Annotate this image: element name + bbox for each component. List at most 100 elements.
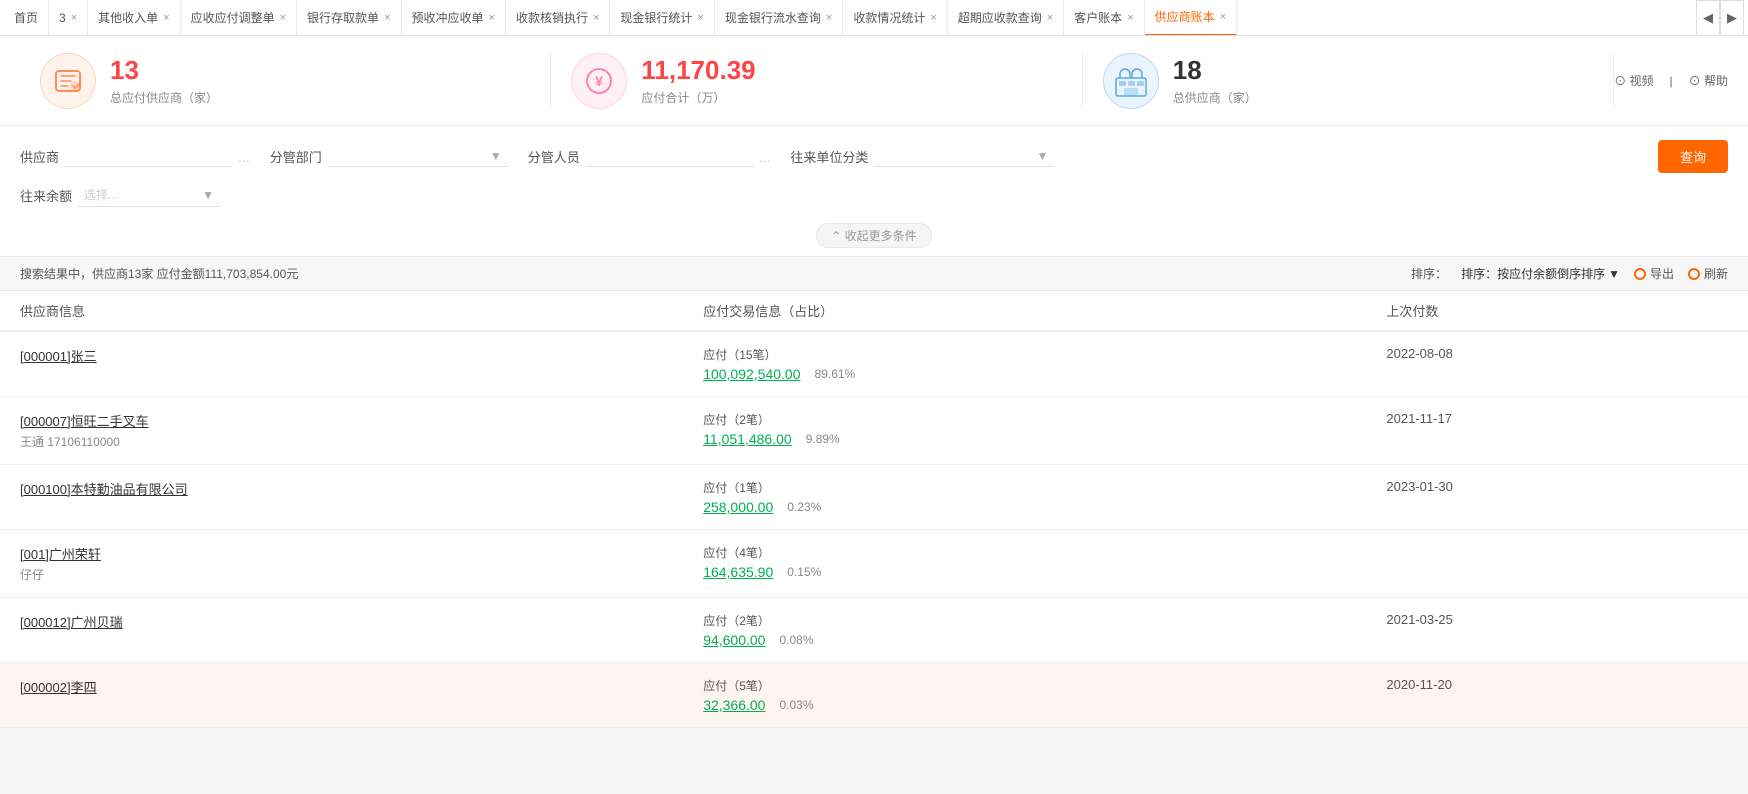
close-icon[interactable]: ×: [826, 12, 832, 24]
svg-text:¥: ¥: [595, 73, 603, 89]
last-payment-1: 2021-11-17: [1386, 411, 1728, 426]
supplier-link-0[interactable]: [000001]张三: [20, 346, 703, 365]
nav-tab-adjustment-label: 应收应付调整单: [191, 9, 275, 26]
payable-total-icon: ¥: [571, 53, 627, 109]
nav-tab-collection-stats[interactable]: 收款情况统计 ×: [843, 0, 947, 36]
top-navigation: 首页 3 × 其他收入单 × 应收应付调整单 × 银行存取款单 × 预收冲应收单…: [0, 0, 1748, 36]
nav-tab-customer-ledger-label: 客户账本: [1074, 9, 1122, 26]
nav-next-button[interactable]: ▶: [1720, 0, 1744, 36]
header-transaction: 应付交易信息（占比）: [703, 301, 1386, 320]
balance-label: 往来余额: [20, 186, 72, 205]
close-icon[interactable]: ×: [280, 12, 286, 24]
nav-tab-collection-stats-label: 收款情况统计: [853, 9, 925, 26]
nav-arrows: ◀ ▶: [1696, 0, 1744, 36]
total-suppliers-content: 18 总供应商（家）: [1173, 55, 1257, 106]
supplier-link-4[interactable]: [000012]广州贝瑞: [20, 612, 703, 631]
stat-actions: ⊙ 视频 | ⊙ 帮助: [1614, 72, 1728, 89]
trans-amount-4[interactable]: 94,600.00: [703, 632, 765, 648]
nav-tab-overdue[interactable]: 超期应收款查询 ×: [948, 0, 1064, 36]
supplier-link-1[interactable]: [000007]恒旺二手叉车: [20, 411, 703, 430]
nav-tab-overdue-label: 超期应收款查询: [958, 9, 1042, 26]
person-input[interactable]: [586, 146, 753, 167]
header-last-payment: 上次付数: [1386, 301, 1728, 320]
table-row: [000007]恒旺二手叉车 王通 17106110000 应付（2笔） 11,…: [0, 397, 1748, 465]
close-icon[interactable]: ×: [1127, 12, 1133, 24]
nav-tab-prepay[interactable]: 预收冲应收单 ×: [402, 0, 506, 36]
trans-label-3: 应付（4笔）: [703, 544, 1386, 561]
nav-tab-home-label: 首页: [14, 9, 38, 26]
nav-tab-adjustment[interactable]: 应收应付调整单 ×: [181, 0, 297, 36]
transaction-info-3: 应付（4笔） 164,635.90 0.15%: [703, 544, 1386, 580]
trans-percent-0: 89.61%: [815, 367, 856, 381]
nav-tab-customer-ledger[interactable]: 客户账本 ×: [1064, 0, 1144, 36]
dept-select[interactable]: ▼: [328, 146, 508, 167]
close-icon[interactable]: ×: [930, 12, 936, 24]
payable-total-label: 应付合计（万）: [641, 89, 755, 106]
person-label: 分管人员: [528, 147, 580, 166]
close-icon[interactable]: ×: [697, 12, 703, 24]
close-icon[interactable]: ×: [1220, 11, 1226, 23]
results-summary: 搜索结果中，供应商13家 应付金额111,703,854.00元: [20, 265, 298, 282]
video-link[interactable]: ⊙ 视频: [1614, 72, 1653, 89]
nav-tab-collection[interactable]: 收款核销执行 ×: [506, 0, 610, 36]
stats-bar: 13 总应付供应商（家） ¥ 11,170.39 应付合计（万）: [0, 36, 1748, 126]
nav-tab-bank-label: 银行存取款单: [307, 9, 379, 26]
trans-amount-0[interactable]: 100,092,540.00: [703, 366, 800, 382]
payable-suppliers-number: 13: [110, 55, 218, 86]
supplier-dots-icon[interactable]: ...: [238, 149, 250, 165]
supplier-sub-1: 王通 17106110000: [20, 433, 703, 450]
refresh-label: 刷新: [1704, 265, 1728, 282]
nav-tab-bank[interactable]: 银行存取款单 ×: [297, 0, 401, 36]
nav-tab-cash-stats[interactable]: 现金银行统计 ×: [610, 0, 714, 36]
export-button[interactable]: 导出: [1634, 265, 1674, 282]
nav-tab-supplier-ledger[interactable]: 供应商账本 ×: [1145, 0, 1237, 36]
help-link[interactable]: ⊙ 帮助: [1689, 72, 1728, 89]
search-button[interactable]: 查询: [1658, 140, 1728, 173]
balance-select[interactable]: 选择... ▼: [78, 183, 220, 207]
dept-label: 分管部门: [270, 147, 322, 166]
sort-select[interactable]: 排序：按应付余额倒序排序 ▼: [1461, 265, 1620, 282]
nav-tab-home[interactable]: 首页: [4, 0, 49, 36]
total-suppliers-number: 18: [1173, 55, 1257, 86]
collapse-bar: ⌃ 收起更多条件: [20, 217, 1728, 248]
nav-tab-other-income[interactable]: 其他收入单 ×: [88, 0, 180, 36]
trans-amount-1[interactable]: 11,051,486.00: [703, 431, 792, 447]
person-dots-icon[interactable]: ...: [759, 149, 771, 165]
nav-tab-prepay-label: 预收冲应收单: [412, 9, 484, 26]
filter-supplier: 供应商 ...: [20, 146, 250, 167]
filter-category: 往来单位分类 ▼: [790, 146, 1054, 167]
filter-person: 分管人员 ...: [528, 146, 771, 167]
trans-amount-5[interactable]: 32,366.00: [703, 697, 765, 713]
payable-suppliers-icon: [40, 53, 96, 109]
payable-total-content: 11,170.39 应付合计（万）: [641, 55, 755, 106]
nav-tab-3-label: 3: [59, 11, 66, 25]
balance-placeholder: 选择...: [84, 186, 118, 203]
close-icon[interactable]: ×: [71, 12, 77, 24]
total-suppliers-label: 总供应商（家）: [1173, 89, 1257, 106]
trans-percent-3: 0.15%: [787, 565, 821, 579]
transaction-info-2: 应付（1笔） 258,000.00 0.23%: [703, 479, 1386, 515]
close-icon[interactable]: ×: [1047, 12, 1053, 24]
supplier-label: 供应商: [20, 147, 59, 166]
supplier-link-3[interactable]: [001]广州荣轩: [20, 544, 703, 563]
category-select[interactable]: ▼: [874, 146, 1054, 167]
trans-amount-3[interactable]: 164,635.90: [703, 564, 773, 580]
supplier-input[interactable]: [65, 146, 232, 167]
nav-tab-cash-flow[interactable]: 现金银行流水查询 ×: [715, 0, 843, 36]
sort-chevron-icon: ▼: [1608, 267, 1620, 281]
chevron-down-icon-3: ▼: [202, 188, 214, 202]
collapse-button[interactable]: ⌃ 收起更多条件: [816, 223, 931, 248]
chevron-down-icon-2: ▼: [1037, 149, 1049, 163]
close-icon[interactable]: ×: [384, 12, 390, 24]
trans-amount-2[interactable]: 258,000.00: [703, 499, 773, 515]
supplier-link-5[interactable]: [000002]李四: [20, 677, 703, 696]
nav-tab-3[interactable]: 3 ×: [49, 0, 88, 36]
close-icon[interactable]: ×: [593, 12, 599, 24]
close-icon[interactable]: ×: [163, 12, 169, 24]
close-icon[interactable]: ×: [489, 12, 495, 24]
sort-value: 排序：按应付余额倒序排序: [1461, 265, 1605, 282]
refresh-button[interactable]: 刷新: [1688, 265, 1728, 282]
supplier-link-2[interactable]: [000100]本特勤油品有限公司: [20, 479, 703, 498]
nav-prev-button[interactable]: ◀: [1696, 0, 1720, 36]
trans-label-1: 应付（2笔）: [703, 411, 1386, 428]
